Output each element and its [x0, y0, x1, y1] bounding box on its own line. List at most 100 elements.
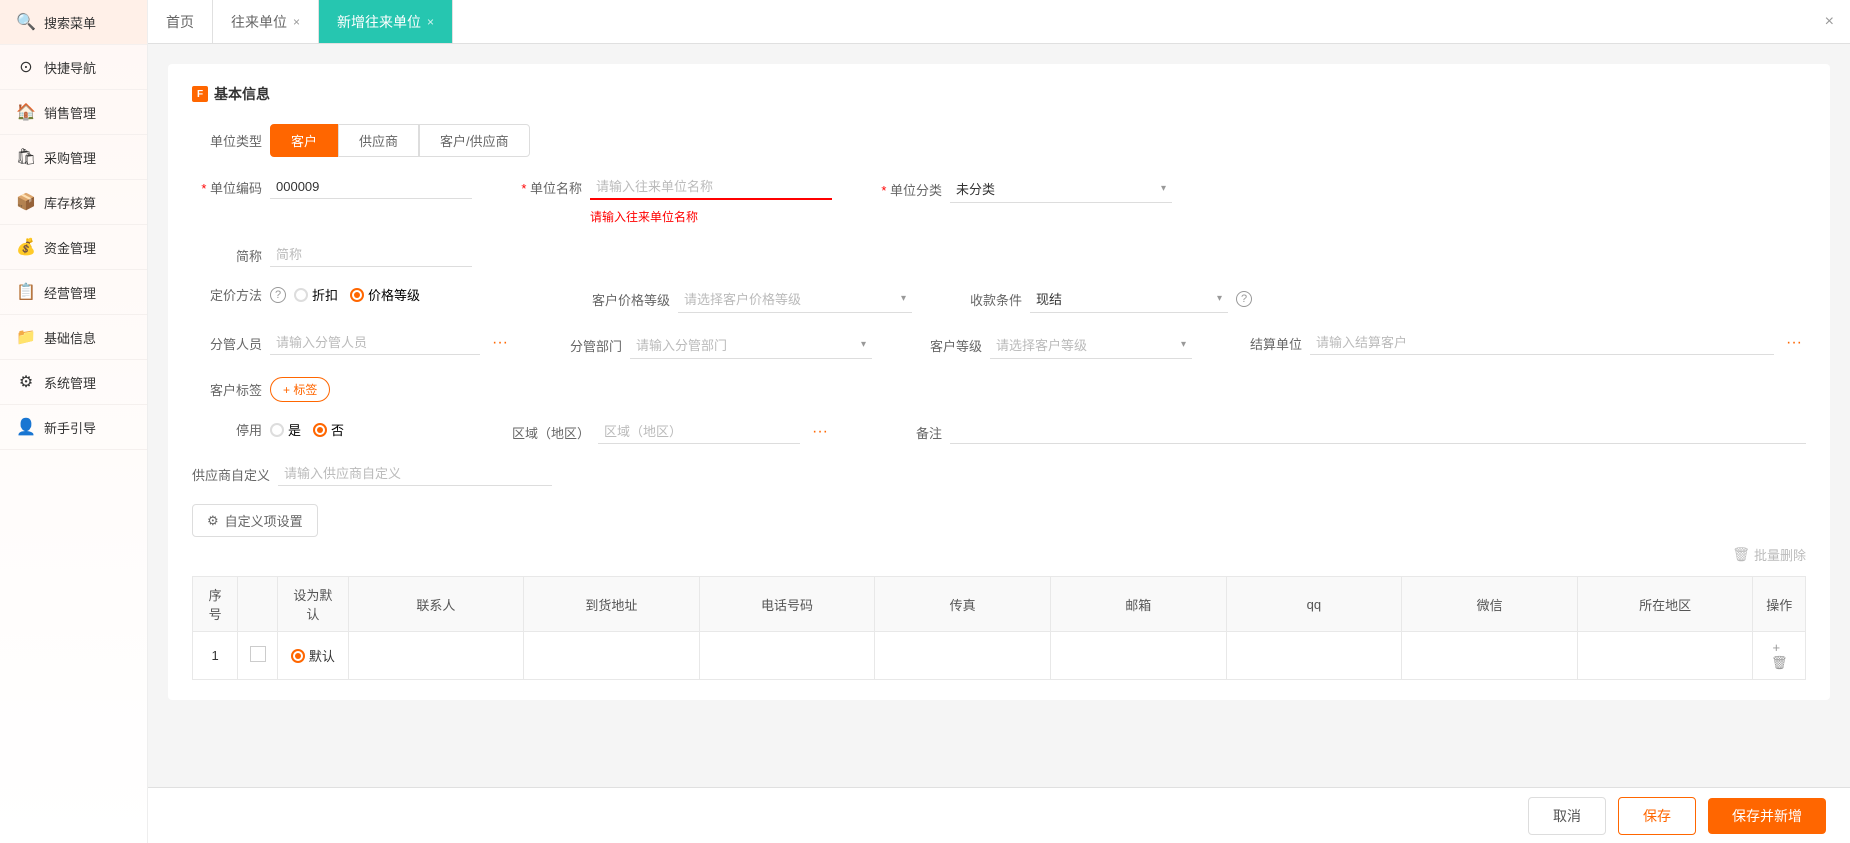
- system-icon: ⚙: [16, 372, 36, 392]
- sidebar-item-search[interactable]: 🔍 搜索菜单: [0, 0, 147, 45]
- email-input[interactable]: [1061, 648, 1216, 663]
- type-btn-both[interactable]: 客户/供应商: [419, 124, 530, 157]
- delete-row-button[interactable]: 🗑: [1771, 655, 1788, 670]
- unit-code-input[interactable]: [270, 175, 472, 199]
- batch-delete-bar: 🗑 批量删除: [192, 545, 1806, 564]
- guide-icon: 👤: [16, 417, 36, 437]
- no-radio[interactable]: [313, 423, 327, 437]
- batch-delete-label[interactable]: 批量删除: [1754, 545, 1806, 564]
- pricing-help-icon[interactable]: ?: [270, 287, 286, 303]
- settlement-ellipsis[interactable]: ···: [1782, 334, 1806, 352]
- type-btn-supplier[interactable]: 供应商: [338, 124, 419, 157]
- disabled-region-remark-row: 停用 是 否 区域（地区）: [192, 420, 1806, 444]
- tab-home[interactable]: 首页: [148, 0, 213, 43]
- row-fax[interactable]: [875, 632, 1051, 680]
- sidebar-item-purchase[interactable]: 🛍 采购管理: [0, 135, 147, 180]
- row-contact[interactable]: [348, 632, 524, 680]
- inventory-icon: 📦: [16, 192, 36, 212]
- window-close-button[interactable]: ×: [1809, 13, 1850, 31]
- gear-icon: ⚙: [207, 513, 219, 529]
- level-radio[interactable]: [350, 288, 364, 302]
- contact-input[interactable]: [359, 648, 514, 663]
- region-ellipsis[interactable]: ···: [808, 423, 832, 441]
- unit-name-input[interactable]: [590, 175, 832, 200]
- settlement-input[interactable]: [1310, 331, 1774, 355]
- tab-partners[interactable]: 往来单位 ×: [213, 0, 319, 43]
- abbr-input[interactable]: [270, 243, 472, 267]
- row-phone[interactable]: [699, 632, 875, 680]
- col-phone: 电话号码: [699, 577, 875, 632]
- row-qq[interactable]: [1226, 632, 1402, 680]
- tab-partners-close[interactable]: ×: [293, 16, 300, 28]
- payment-help-icon[interactable]: ?: [1236, 291, 1252, 307]
- row-checkbox[interactable]: [250, 646, 266, 662]
- supplier-custom-field: 供应商自定义: [192, 462, 552, 486]
- region-field: 区域（地区） ···: [512, 420, 832, 444]
- col-contact: 联系人: [348, 577, 524, 632]
- chevron-down-icon: ▾: [901, 293, 906, 304]
- unit-category-field: 单位分类 未分类 ▾: [872, 175, 1172, 203]
- remark-label: 备注: [872, 423, 942, 442]
- wechat-input[interactable]: [1412, 648, 1567, 663]
- qq-input[interactable]: [1237, 648, 1392, 663]
- unit-category-select[interactable]: 未分类 ▾: [950, 175, 1172, 203]
- sidebar-item-label: 基础信息: [44, 328, 96, 347]
- unit-category-value: 未分类: [956, 179, 1157, 198]
- supplier-custom-input[interactable]: [278, 462, 552, 486]
- row-checkbox-cell[interactable]: [238, 632, 278, 680]
- custom-settings-label: 自定义项设置: [225, 511, 303, 530]
- tab-new-partner[interactable]: 新增往来单位 ×: [319, 0, 453, 43]
- col-seq: 序号: [193, 577, 238, 632]
- tab-new-partner-close[interactable]: ×: [427, 16, 434, 28]
- add-tag-button[interactable]: + 标签: [270, 377, 330, 402]
- manager-ellipsis[interactable]: ···: [488, 334, 512, 352]
- row-address[interactable]: [524, 632, 700, 680]
- custom-settings-button[interactable]: ⚙ 自定义项设置: [192, 504, 318, 537]
- pricing-radio-group: 折扣 价格等级: [294, 285, 420, 304]
- fax-input[interactable]: [885, 648, 1040, 663]
- save-new-button[interactable]: 保存并新增: [1708, 798, 1826, 834]
- region-input[interactable]: [598, 420, 800, 444]
- pricing-field: 定价方法 ? 折扣 价格等级: [192, 285, 552, 304]
- row-wechat[interactable]: [1402, 632, 1578, 680]
- sidebar-item-quicknav[interactable]: ⊙ 快捷导航: [0, 45, 147, 90]
- row-region[interactable]: [1577, 632, 1753, 680]
- save-button[interactable]: 保存: [1618, 797, 1696, 835]
- discount-radio[interactable]: [294, 288, 308, 302]
- remark-field: 备注: [872, 420, 1806, 444]
- sidebar-item-operation[interactable]: 📋 经营管理: [0, 270, 147, 315]
- sidebar-item-label: 新手引导: [44, 418, 96, 437]
- sidebar-item-sales[interactable]: 🏠 销售管理: [0, 90, 147, 135]
- sidebar-item-finance[interactable]: 💰 资金管理: [0, 225, 147, 270]
- supplier-custom-label: 供应商自定义: [192, 465, 270, 484]
- add-row-button[interactable]: +: [1772, 640, 1780, 655]
- col-email: 邮箱: [1050, 577, 1226, 632]
- pricing-level[interactable]: 价格等级: [350, 285, 420, 304]
- cancel-button[interactable]: 取消: [1528, 797, 1606, 835]
- sidebar-item-system[interactable]: ⚙ 系统管理: [0, 360, 147, 405]
- row-email[interactable]: [1050, 632, 1226, 680]
- address-input[interactable]: [534, 648, 689, 663]
- sidebar-item-guide[interactable]: 👤 新手引导: [0, 405, 147, 450]
- main-area: 首页 往来单位 × 新增往来单位 × × F 基本信息 单位类型 客户: [148, 0, 1850, 843]
- remark-input[interactable]: [950, 420, 1806, 444]
- default-radio[interactable]: [291, 649, 305, 663]
- phone-input[interactable]: [710, 648, 865, 663]
- disabled-yes[interactable]: 是: [270, 420, 301, 439]
- yes-radio[interactable]: [270, 423, 284, 437]
- sidebar-item-inventory[interactable]: 📦 库存核算: [0, 180, 147, 225]
- col-wechat: 微信: [1402, 577, 1578, 632]
- type-btn-customer[interactable]: 客户: [270, 124, 338, 157]
- col-checkbox: [238, 577, 278, 632]
- region-table-input[interactable]: [1588, 648, 1743, 663]
- payment-select[interactable]: 现结 ▾: [1030, 285, 1228, 313]
- customer-price-select[interactable]: 请选择客户价格等级 ▾: [678, 285, 912, 313]
- sidebar-item-basic[interactable]: 📁 基础信息: [0, 315, 147, 360]
- pricing-discount[interactable]: 折扣: [294, 285, 338, 304]
- customer-level-select[interactable]: 请选择客户等级 ▾: [990, 331, 1192, 359]
- tags-row: 客户标签 + 标签: [192, 377, 1806, 402]
- dept-select[interactable]: 请输入分管部门 ▾: [630, 331, 872, 359]
- contacts-table: 序号 设为默认 联系人 到货地址 电话号码 传真 邮箱 qq 微信 所在地区 操…: [192, 576, 1806, 680]
- manager-input[interactable]: [270, 331, 480, 355]
- disabled-no[interactable]: 否: [313, 420, 344, 439]
